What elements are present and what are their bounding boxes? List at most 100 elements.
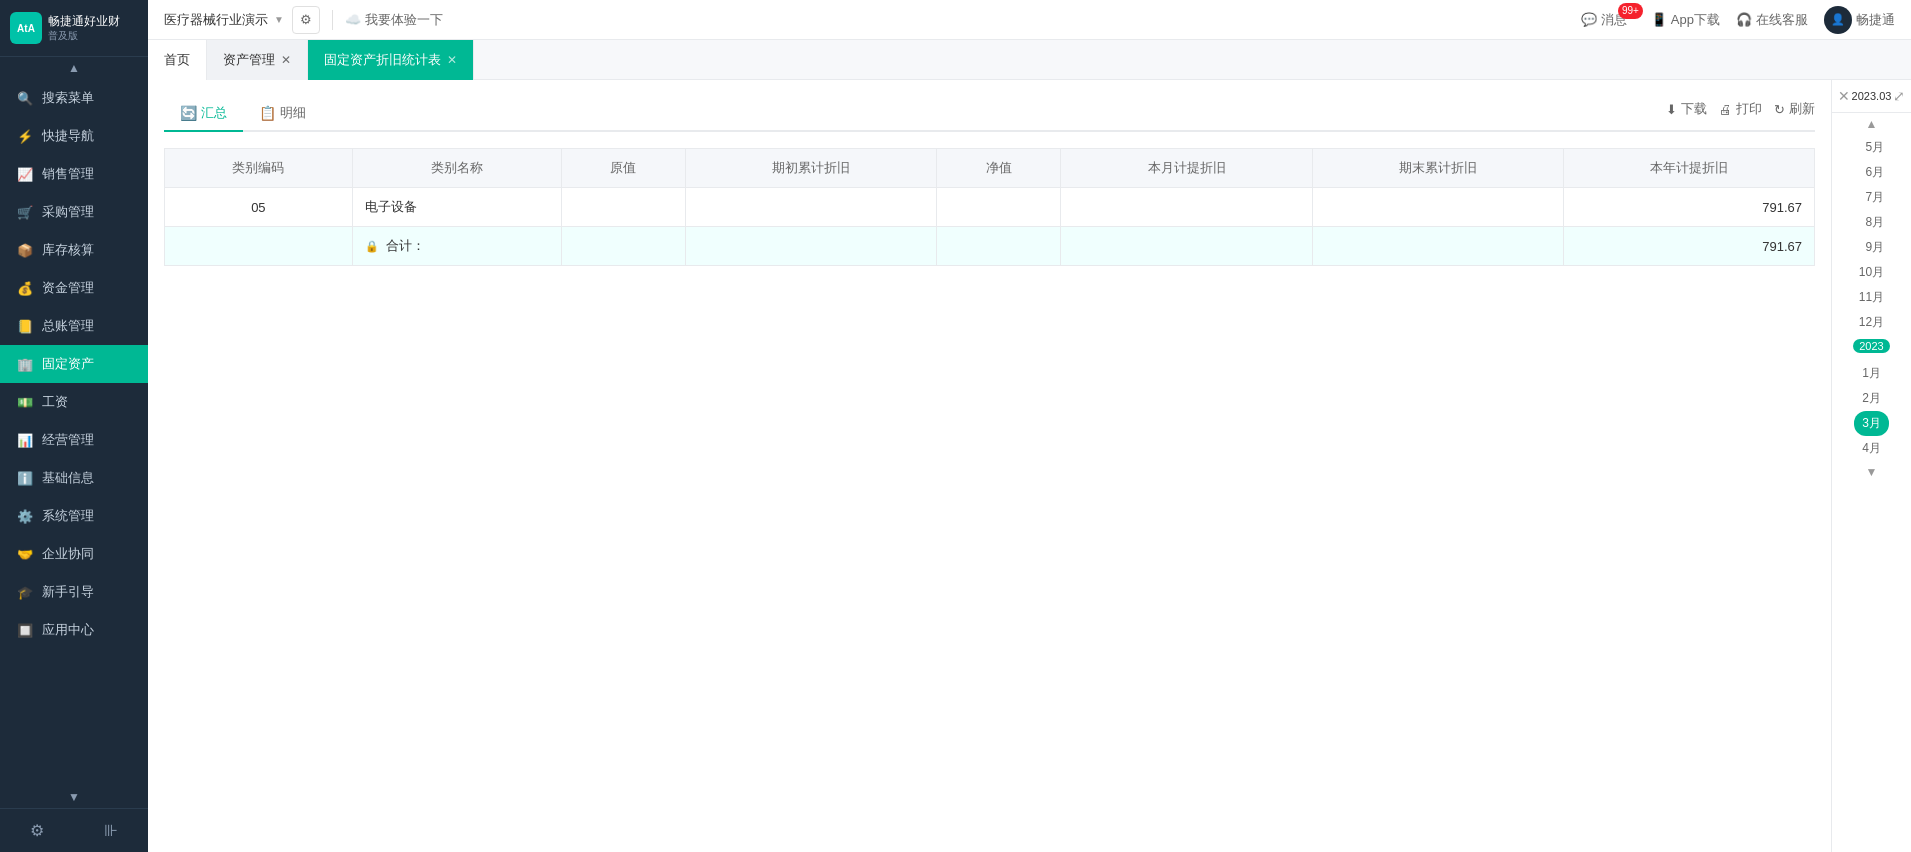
month-7[interactable]: 7月 <box>1851 185 1892 210</box>
refresh-icon: ↻ <box>1774 102 1785 117</box>
content-area: 🔄 汇总 📋 明细 ⬇ 下载 🖨 打印 <box>148 80 1911 852</box>
col-header-monthly-dep: 本月计提折旧 <box>1061 149 1312 188</box>
sub-tabs: 🔄 汇总 📋 明细 ⬇ 下载 🖨 打印 <box>164 96 1815 132</box>
tab-depreciation-report[interactable]: 固定资产折旧统计表 ✕ <box>308 40 474 80</box>
month-8[interactable]: 8月 <box>1851 210 1892 235</box>
company-selector[interactable]: 医疗器械行业演示 ▼ <box>164 11 284 29</box>
user-profile-btn[interactable]: 👤 畅捷通 <box>1824 6 1895 34</box>
company-name: 医疗器械行业演示 <box>164 11 268 29</box>
search-icon: 🔍 <box>16 89 34 107</box>
months-scroll-down[interactable]: ▼ <box>1832 461 1911 483</box>
download-icon: ⬇ <box>1666 102 1677 117</box>
print-btn[interactable]: 🖨 打印 <box>1719 100 1762 118</box>
months-scroll-up[interactable]: ▲ <box>1832 113 1911 135</box>
sub-tab-summary[interactable]: 🔄 汇总 <box>164 96 243 132</box>
experience-btn[interactable]: ☁️ 我要体验一下 <box>345 11 443 29</box>
month-6[interactable]: 6月 <box>1851 160 1892 185</box>
summary-annual-dep: 791.67 <box>1563 227 1814 266</box>
app-download-label: App下载 <box>1671 11 1720 29</box>
tab-depreciation-close[interactable]: ✕ <box>447 53 457 67</box>
right-panel-header: ✕ 2023.03 ⤢ <box>1832 80 1911 113</box>
summary-label-text: 合计： <box>386 238 425 253</box>
scroll-down-indicator[interactable]: ▼ <box>0 786 148 808</box>
panel-expand-btn[interactable]: ⤢ <box>1893 88 1905 104</box>
summary-period-end-dep <box>1312 227 1563 266</box>
tab-assets-label: 资产管理 <box>223 51 275 69</box>
month-2023-1[interactable]: 1月 <box>1854 361 1889 386</box>
sidebar-item-system[interactable]: ⚙️ 系统管理 <box>0 497 148 535</box>
tab-assets-close[interactable]: ✕ <box>281 53 291 67</box>
online-service-label: 在线客服 <box>1756 11 1808 29</box>
ledger-icon: 📒 <box>16 317 34 335</box>
sidebar-item-funds[interactable]: 💰 资金管理 <box>0 269 148 307</box>
sidebar-label-search: 搜索菜单 <box>42 89 94 107</box>
refresh-btn[interactable]: ↻ 刷新 <box>1774 100 1815 118</box>
experience-label: 我要体验一下 <box>365 11 443 29</box>
settings-gear-btn[interactable]: ⚙ <box>292 6 320 34</box>
online-service-btn[interactable]: 🎧 在线客服 <box>1736 11 1808 29</box>
messages-btn[interactable]: 💬 消息 99+ <box>1581 11 1635 29</box>
depreciation-table: 类别编码 类别名称 原值 期初累计折旧 净值 本月计提折旧 期末累计折旧 本年计… <box>164 148 1815 266</box>
download-label: 下载 <box>1681 100 1707 118</box>
month-2023-3[interactable]: 3月 <box>1854 411 1889 436</box>
table-header-row: 类别编码 类别名称 原值 期初累计折旧 净值 本月计提折旧 期末累计折旧 本年计… <box>165 149 1815 188</box>
sidebar-item-apps[interactable]: 🔲 应用中心 <box>0 611 148 649</box>
system-icon: ⚙️ <box>16 507 34 525</box>
sidebar-item-guide[interactable]: 🎓 新手引导 <box>0 573 148 611</box>
sidebar-item-purchase[interactable]: 🛒 采购管理 <box>0 193 148 231</box>
sidebar-item-sales[interactable]: 📈 销售管理 <box>0 155 148 193</box>
logo-subtitle: 普及版 <box>48 29 120 43</box>
topbar-divider <box>332 10 333 30</box>
sidebar-item-operations[interactable]: 📊 经营管理 <box>0 421 148 459</box>
sidebar-item-search[interactable]: 🔍 搜索菜单 <box>0 79 148 117</box>
settings-btn[interactable]: ⚙ <box>22 817 52 844</box>
sidebar-item-quicknav[interactable]: ⚡ 快捷导航 <box>0 117 148 155</box>
row-monthly-dep <box>1061 188 1312 227</box>
topbar: 医疗器械行业演示 ▼ ⚙ ☁️ 我要体验一下 💬 消息 99+ 📱 App下载 … <box>148 0 1911 40</box>
month-10[interactable]: 10月 <box>1851 260 1892 285</box>
row-original <box>561 188 685 227</box>
row-code: 05 <box>165 188 353 227</box>
tab-asset-management[interactable]: 资产管理 ✕ <box>207 40 308 80</box>
sidebar-item-inventory[interactable]: 📦 库存核算 <box>0 231 148 269</box>
summary-tab-label: 汇总 <box>201 104 227 122</box>
row-annual-dep: 791.67 <box>1563 188 1814 227</box>
summary-row: 🔒 合计： 791.67 <box>165 227 1815 266</box>
month-2023-2[interactable]: 2月 <box>1854 386 1889 411</box>
scroll-up-indicator[interactable]: ▲ <box>0 57 148 79</box>
sidebar-item-ledger[interactable]: 📒 总账管理 <box>0 307 148 345</box>
download-btn[interactable]: ⬇ 下载 <box>1666 100 1707 118</box>
month-2023-4[interactable]: 4月 <box>1854 436 1889 461</box>
sidebar-item-cooperation[interactable]: 🤝 企业协同 <box>0 535 148 573</box>
col-header-original: 原值 <box>561 149 685 188</box>
sidebar-logo: AtA 畅捷通好业财 普及版 <box>0 0 148 57</box>
row-period-end-dep <box>1312 188 1563 227</box>
month-11[interactable]: 11月 <box>1851 285 1892 310</box>
tab-home[interactable]: 首页 <box>148 40 207 80</box>
guide-icon: 🎓 <box>16 583 34 601</box>
sidebar-item-fixed-assets[interactable]: 🏢 固定资产 <box>0 345 148 383</box>
table-toolbar: ⬇ 下载 🖨 打印 ↻ 刷新 <box>1666 100 1815 126</box>
sidebar-label-system: 系统管理 <box>42 507 94 525</box>
panel-close-btn[interactable]: ✕ <box>1838 88 1850 104</box>
user-avatar: 👤 <box>1824 6 1852 34</box>
detail-tab-label: 明细 <box>280 104 306 122</box>
col-header-name: 类别名称 <box>352 149 561 188</box>
summary-tab-icon: 🔄 <box>180 105 197 121</box>
sales-icon: 📈 <box>16 165 34 183</box>
sidebar-item-payroll[interactable]: 💵 工资 <box>0 383 148 421</box>
funds-icon: 💰 <box>16 279 34 297</box>
sub-tab-detail[interactable]: 📋 明细 <box>243 96 322 132</box>
basic-icon: ℹ️ <box>16 469 34 487</box>
month-9[interactable]: 9月 <box>1851 235 1892 260</box>
collapse-btn[interactable]: ⊪ <box>96 817 126 844</box>
sidebar-label-cooperation: 企业协同 <box>42 545 94 563</box>
sidebar-item-basic[interactable]: ℹ️ 基础信息 <box>0 459 148 497</box>
col-header-code: 类别编码 <box>165 149 353 188</box>
summary-monthly-dep <box>1061 227 1312 266</box>
month-12[interactable]: 12月 <box>1851 310 1892 335</box>
payroll-icon: 💵 <box>16 393 34 411</box>
month-5[interactable]: 5月 <box>1851 135 1892 160</box>
app-download-btn[interactable]: 📱 App下载 <box>1651 11 1720 29</box>
tab-depreciation-label: 固定资产折旧统计表 <box>324 51 441 69</box>
